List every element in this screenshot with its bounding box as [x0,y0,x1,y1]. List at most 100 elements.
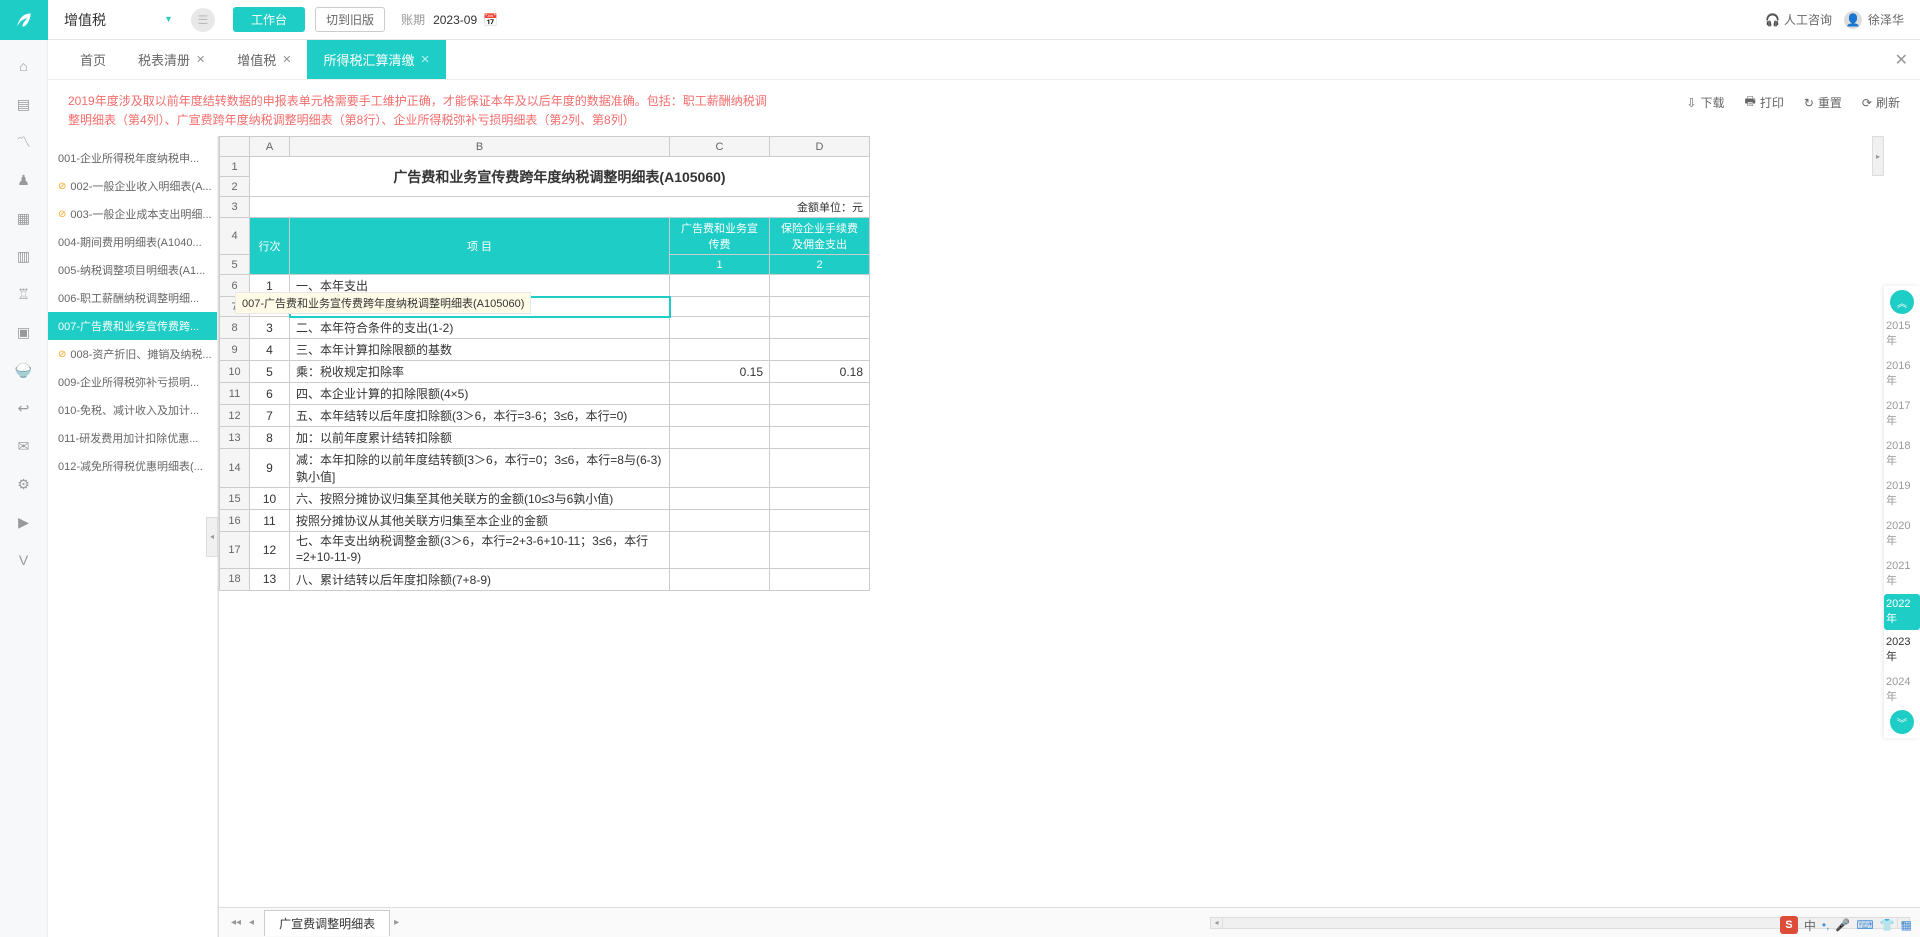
cell[interactable] [770,568,870,590]
clipboard-icon[interactable]: ▦ [14,208,34,228]
doc-list-icon[interactable]: ▤ [14,94,34,114]
cell[interactable]: 4 [220,218,250,255]
shirt-icon[interactable]: ♖ [14,284,34,304]
scroll-left-icon[interactable]: ◂ [1211,918,1223,928]
cell[interactable] [670,532,770,568]
sheet-table[interactable]: ABCD1广告费和业务宣传费跨年度纳税调整明细表(A105060)23金额单位：… [219,136,870,590]
cell[interactable]: 1 [220,157,250,177]
form-list-item[interactable]: ⊘008-资产折旧、摊销及纳税... [48,340,217,368]
cell[interactable] [770,405,870,427]
cell[interactable]: 广告费和业务宣传费跨年度纳税调整明细表(A105060) [250,157,870,197]
form-list-item[interactable]: 001-企业所得税年度纳税申... [48,144,217,172]
cell[interactable]: 2 [220,177,250,197]
cell[interactable] [770,427,870,449]
form-list-item[interactable]: 011-研发费用加计扣除优惠... [48,424,217,452]
collapse-handle[interactable]: ◂ [206,517,218,557]
tab-income-tax[interactable]: 所得税汇算清缴✕ [307,40,445,79]
cell[interactable]: 2 [770,255,870,275]
cell[interactable]: 六、按照分摊协议归集至其他关联方的金额(10≤3与6孰小值) [290,488,670,510]
ime-lang[interactable]: 中 [1804,917,1816,934]
cell[interactable]: 0.18 [770,361,870,383]
workspace-button[interactable]: 工作台 [233,7,305,32]
cell[interactable]: 14 [220,449,250,488]
cell[interactable]: 10 [220,361,250,383]
ime-logo-icon[interactable]: S [1780,916,1798,934]
v-icon[interactable]: V [14,550,34,570]
year-item[interactable]: 2020年 [1884,514,1920,554]
cell[interactable] [670,488,770,510]
cell[interactable]: 17 [220,532,250,568]
cell[interactable]: 9 [250,449,290,488]
close-icon[interactable]: ✕ [196,53,205,66]
cell[interactable]: 9 [220,339,250,361]
cell[interactable]: 16 [220,510,250,532]
cell[interactable]: 3 [220,197,250,218]
tab-vat[interactable]: 增值税✕ [221,40,307,79]
cell[interactable] [670,383,770,405]
cell[interactable]: 加：以前年度累计结转扣除额 [290,427,670,449]
sheet-nav-prev[interactable]: ◂ [245,915,258,930]
cell[interactable]: 13 [220,427,250,449]
ime-toolbox-icon[interactable]: ▦ [1901,918,1912,932]
close-icon[interactable]: ✕ [282,53,291,66]
cell[interactable]: 10 [250,488,290,510]
doc-icon[interactable]: ☰ [191,8,215,32]
form-list-item[interactable]: 007-广告费和业务宣传费跨... [48,312,217,340]
form-list-item[interactable]: 005-纳税调整项目明细表(A1... [48,256,217,284]
cell[interactable]: 保险企业手续费及佣金支出 [770,218,870,255]
cell[interactable] [670,275,770,297]
period-value[interactable]: 2023-09 [433,13,477,27]
year-item[interactable]: 2022年 [1884,594,1920,630]
cell[interactable]: 行次 [250,218,290,275]
cell[interactable]: 5 [220,255,250,275]
cell[interactable]: 三、本年计算扣除限额的基数 [290,339,670,361]
cell[interactable]: 五、本年结转以后年度扣除额(3＞6，本行=3-6；3≤6，本行=0) [290,405,670,427]
cell[interactable]: 6 [250,383,290,405]
cell[interactable] [770,449,870,488]
cell[interactable]: 七、本年支出纳税调整金额(3＞6，本行=2+3-6+10-11；3≤6，本行=2… [290,532,670,568]
inbox-icon[interactable]: ✉ [14,436,34,456]
form-list-item[interactable]: ⊘002-一般企业收入明细表(A... [48,172,217,200]
cell[interactable]: 8 [250,427,290,449]
cell[interactable] [670,339,770,361]
cell[interactable]: A [250,137,290,157]
cell[interactable]: 3 [250,317,290,339]
cell[interactable] [770,297,870,317]
cell[interactable] [670,405,770,427]
cell[interactable] [770,317,870,339]
cell[interactable] [770,532,870,568]
cell[interactable]: 12 [250,532,290,568]
sheet-tab[interactable]: 广宣费调整明细表 [264,910,390,936]
year-item[interactable]: 2019年 [1884,474,1920,514]
cell[interactable] [670,449,770,488]
form-list-item[interactable]: ⊘003-一般企业成本支出明细... [48,200,217,228]
return-icon[interactable]: ↩ [14,398,34,418]
cell[interactable]: 广告费和业务宣传费 [670,218,770,255]
close-all-tabs-button[interactable]: ✕ [1895,40,1908,79]
old-version-button[interactable]: 切到旧版 [315,7,385,32]
settings-icon[interactable]: ⚙ [14,474,34,494]
year-item[interactable]: 2016年 [1884,354,1920,394]
safe-icon[interactable]: ▣ [14,322,34,342]
cell[interactable]: 项 目 [290,218,670,275]
tax-type-dropdown[interactable]: 增值税 ▾ [64,10,171,30]
year-item[interactable]: 2024年 [1884,670,1920,710]
ime-skin-icon[interactable]: 👕 [1880,918,1895,932]
cell[interactable]: 18 [220,568,250,590]
form-icon[interactable]: ▥ [14,246,34,266]
cell[interactable]: 按照分摊协议从其他关联方归集至本企业的金额 [290,510,670,532]
tab-home[interactable]: 首页 [64,40,122,79]
cell[interactable]: 11 [250,510,290,532]
cell[interactable]: 二、本年符合条件的支出(1-2) [290,317,670,339]
sheet-nav-first[interactable]: ◂◂ [227,915,245,930]
video-icon[interactable]: ▶ [14,512,34,532]
year-item[interactable]: 2018年 [1884,434,1920,474]
cell[interactable]: D [770,137,870,157]
sheet-nav-next[interactable]: ▸ [390,915,403,930]
calendar-icon[interactable]: 📅 [483,13,498,27]
app-logo[interactable] [0,0,48,40]
year-item[interactable]: 2015年 [1884,314,1920,354]
download-button[interactable]: ⇩下载 [1686,94,1724,111]
cell[interactable]: C [670,137,770,157]
cell[interactable] [670,510,770,532]
